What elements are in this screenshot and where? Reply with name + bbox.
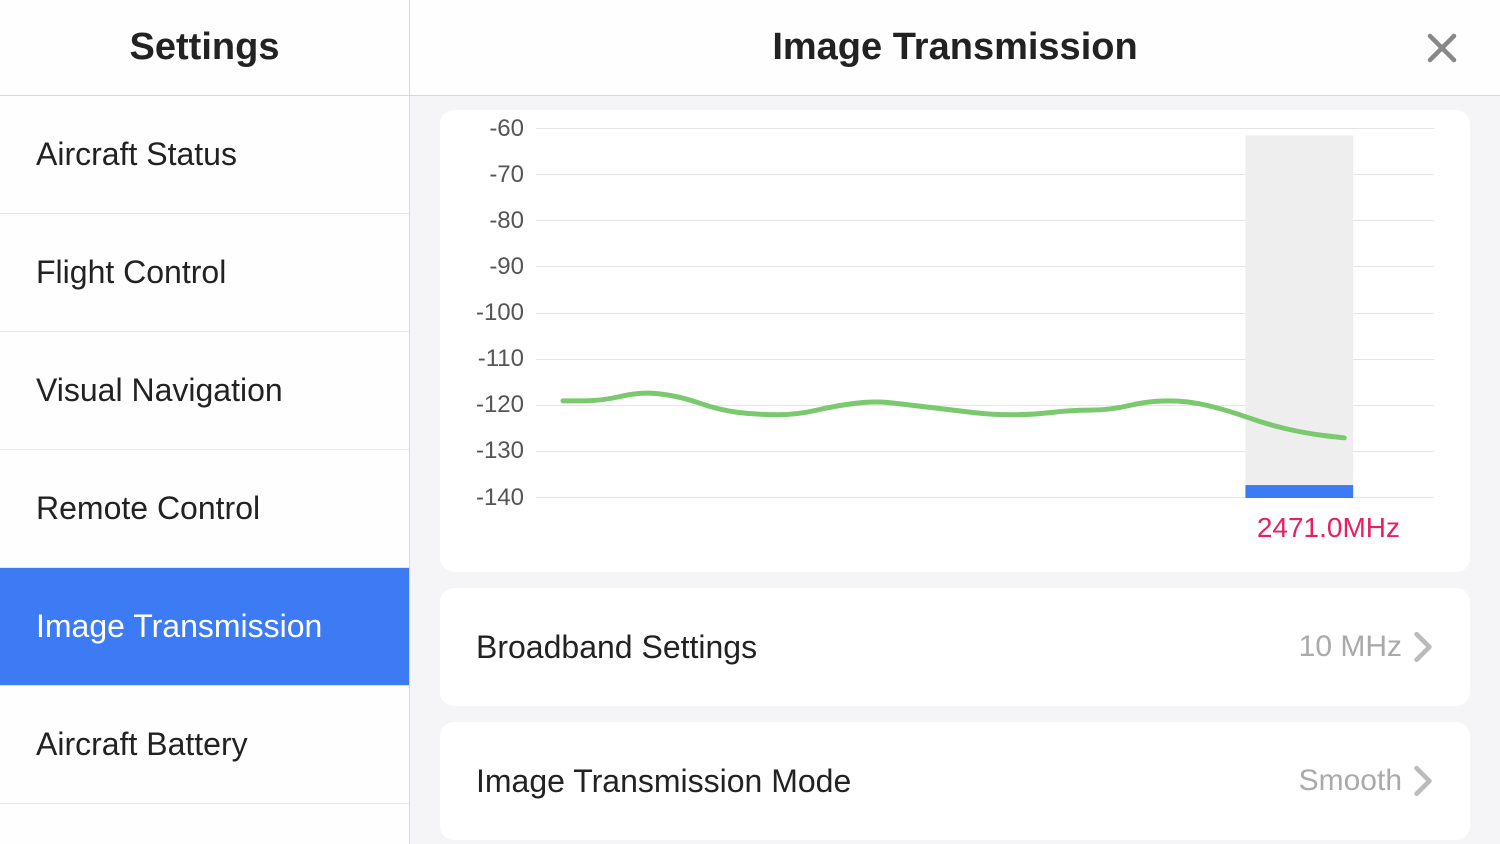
chart-y-axis: -60 -70 -80 -90 -100 -110 -120 -130 -140 <box>476 128 536 498</box>
sidebar-item-remote-control[interactable]: Remote Control <box>0 450 409 568</box>
close-button[interactable] <box>1420 26 1464 70</box>
broadband-settings-row[interactable]: Broadband Settings 10 MHz <box>440 588 1470 706</box>
sidebar-item-aircraft-status[interactable]: Aircraft Status <box>0 96 409 214</box>
sidebar-header: Settings <box>0 0 409 96</box>
broadband-settings-label: Broadband Settings <box>476 629 757 666</box>
chevron-right-icon <box>1412 764 1434 798</box>
page-title: Image Transmission <box>410 26 1500 69</box>
y-tick: -100 <box>476 313 524 314</box>
y-tick: -90 <box>476 266 524 267</box>
mode-value-group: Smooth <box>1299 764 1434 798</box>
sidebar-title: Settings <box>130 26 280 69</box>
transmission-mode-label: Image Transmission Mode <box>476 763 851 800</box>
y-tick: -80 <box>476 220 524 221</box>
transmission-mode-row[interactable]: Image Transmission Mode Smooth <box>440 722 1470 840</box>
y-tick: -110 <box>476 359 524 360</box>
main-panel: Image Transmission -60 -70 -80 -90 -100 … <box>410 0 1500 844</box>
main-header: Image Transmission <box>410 0 1500 96</box>
sidebar-item-label: Remote Control <box>36 490 260 527</box>
transmission-mode-value: Smooth <box>1299 764 1402 798</box>
y-tick: -60 <box>476 128 524 129</box>
sidebar-item-label: Aircraft Battery <box>36 726 248 763</box>
sidebar: Settings Aircraft Status Flight Control … <box>0 0 410 844</box>
sidebar-item-label: Visual Navigation <box>36 372 283 409</box>
chart-plot-area <box>536 128 1434 498</box>
selected-frequency-bar <box>1245 485 1353 498</box>
y-tick: -130 <box>476 451 524 452</box>
signal-line <box>563 393 1344 438</box>
signal-chart-card: -60 -70 -80 -90 -100 -110 -120 -130 -140 <box>440 110 1470 572</box>
sidebar-item-image-transmission[interactable]: Image Transmission <box>0 568 409 686</box>
y-tick: -140 <box>476 497 524 498</box>
broadband-settings-value: 10 MHz <box>1299 630 1402 664</box>
sidebar-item-flight-control[interactable]: Flight Control <box>0 214 409 332</box>
sidebar-items: Aircraft Status Flight Control Visual Na… <box>0 96 409 804</box>
chart-svg <box>536 128 1434 498</box>
selected-frequency-label: 2471.0MHz <box>440 512 1470 544</box>
y-tick: -70 <box>476 174 524 175</box>
signal-chart[interactable]: -60 -70 -80 -90 -100 -110 -120 -130 -140 <box>440 128 1470 498</box>
chevron-right-icon <box>1412 630 1434 664</box>
sidebar-item-visual-navigation[interactable]: Visual Navigation <box>0 332 409 450</box>
sidebar-item-aircraft-battery[interactable]: Aircraft Battery <box>0 686 409 804</box>
close-icon <box>1424 30 1460 66</box>
sidebar-item-label: Aircraft Status <box>36 136 237 173</box>
sidebar-item-label: Flight Control <box>36 254 226 291</box>
broadband-value-group: 10 MHz <box>1299 630 1434 664</box>
content-area: -60 -70 -80 -90 -100 -110 -120 -130 -140 <box>410 96 1500 844</box>
sidebar-item-label: Image Transmission <box>36 608 322 645</box>
y-tick: -120 <box>476 405 524 406</box>
